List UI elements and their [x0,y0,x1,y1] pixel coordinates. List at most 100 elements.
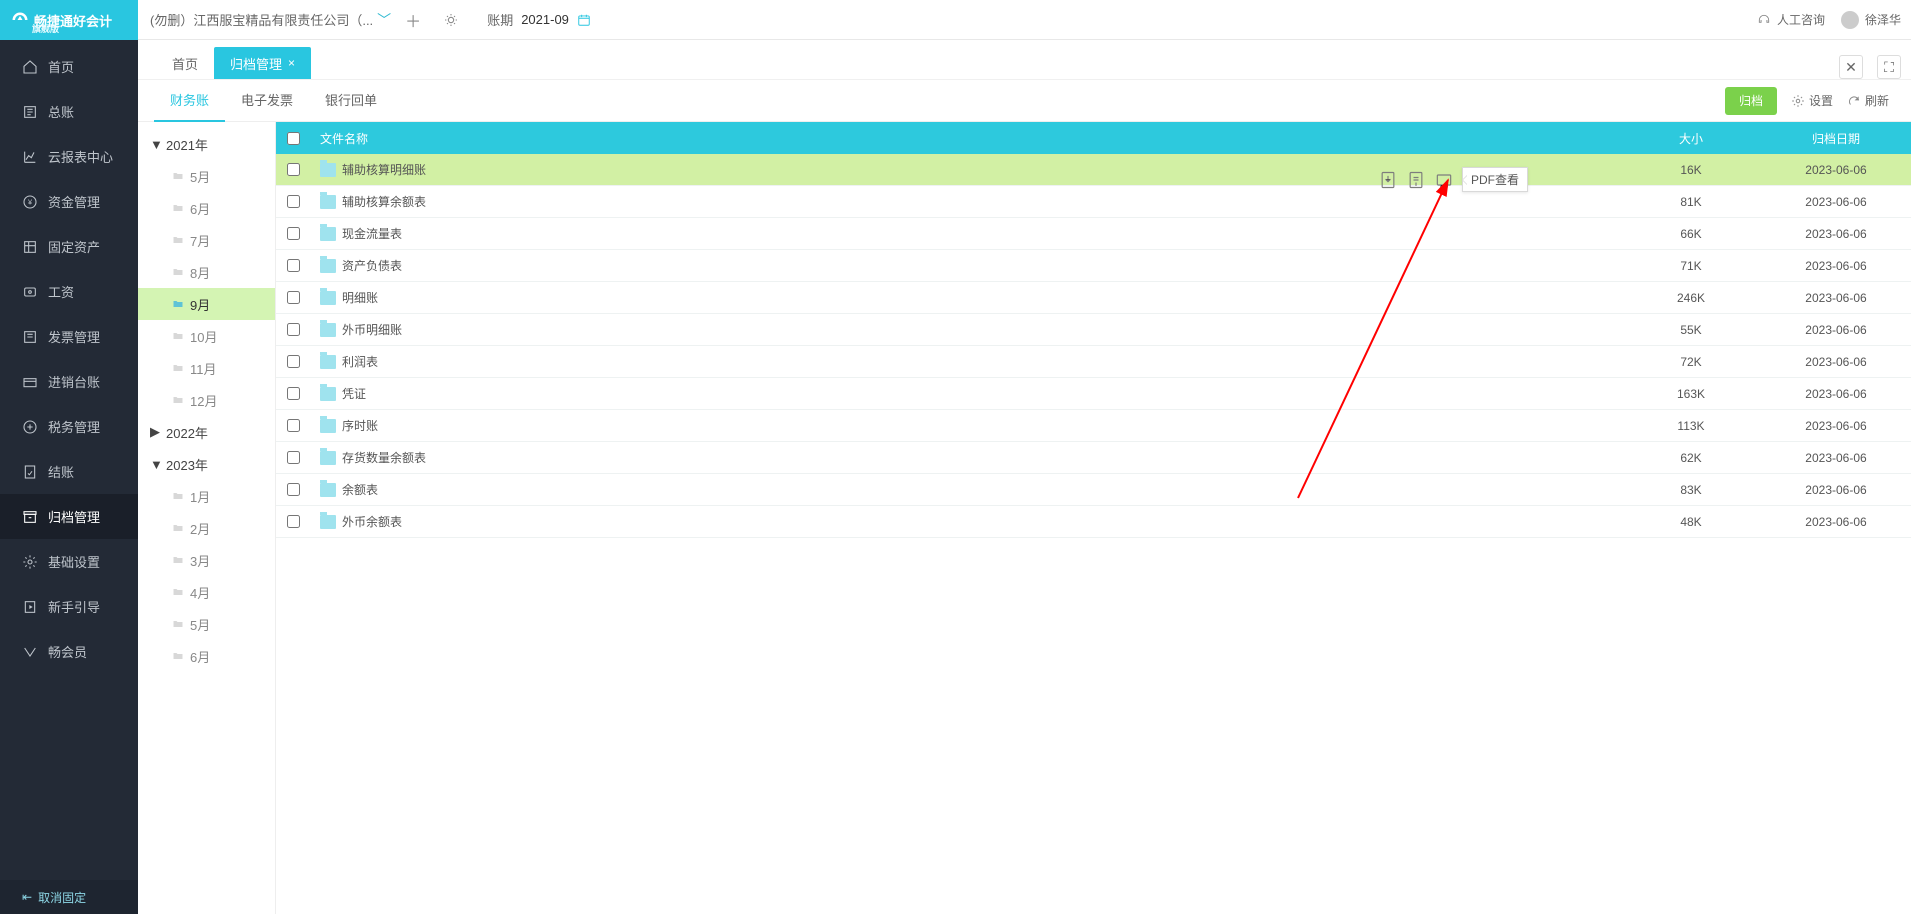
tree-month[interactable]: 3月 [138,544,275,576]
tree-month[interactable]: 7月 [138,224,275,256]
tree-month[interactable]: 4月 [138,576,275,608]
row-checkbox[interactable] [287,323,300,336]
archive-button[interactable]: 归档 [1725,87,1777,115]
tree-month[interactable]: 10月 [138,320,275,352]
refresh-link[interactable]: 刷新 [1847,92,1889,109]
vip-icon [22,644,38,660]
sidebar-unpin[interactable]: ⇤ 取消固定 [0,880,138,914]
file-size: 246K [1621,282,1761,313]
sub-tabs: 财务账电子发票银行回单 归档 设置 刷新 [138,80,1911,122]
row-checkbox[interactable] [287,291,300,304]
page-tabs: 首页归档管理× ✕ ⛶ [138,40,1911,80]
tree-month[interactable]: 6月 [138,640,275,672]
row-checkbox[interactable] [287,515,300,528]
tab-归档管理[interactable]: 归档管理× [214,47,311,79]
settings-link[interactable]: 设置 [1791,92,1833,109]
folder-icon [172,618,184,630]
folder-icon [172,234,184,246]
human-consult[interactable]: 人工咨询 [1757,11,1825,28]
table-row[interactable]: 辅助核算明细账16K2023-06-06 [276,154,1911,186]
file-name: 现金流量表 [342,225,402,242]
sidebar-item-tax[interactable]: 税务管理 [0,404,138,449]
row-checkbox[interactable] [287,483,300,496]
table-row[interactable]: 明细账246K2023-06-06 [276,282,1911,314]
table-row[interactable]: 外币余额表48K2023-06-06 [276,506,1911,538]
tree-month[interactable]: 1月 [138,480,275,512]
row-checkbox[interactable] [287,163,300,176]
row-checkbox[interactable] [287,387,300,400]
row-checkbox[interactable] [287,419,300,432]
row-checkbox[interactable] [287,451,300,464]
sidebar-item-label: 云报表中心 [48,147,113,166]
sidebar-item-stock[interactable]: 进销台账 [0,359,138,404]
row-checkbox[interactable] [287,195,300,208]
tree-year[interactable]: ▼2021年 [138,128,275,160]
tree-month[interactable]: 9月 [138,288,275,320]
pdf-view-icon[interactable] [1434,170,1454,190]
sidebar-item-guide[interactable]: 新手引导 [0,584,138,629]
tree-month-label: 5月 [190,167,210,186]
sidebar-item-chart[interactable]: 云报表中心 [0,134,138,179]
brand: 畅捷通好会计 旗舰版 [0,0,138,40]
home-icon [22,59,38,75]
select-all-checkbox[interactable] [287,132,300,145]
subtab-银行回单[interactable]: 银行回单 [309,80,393,122]
settings-icon[interactable] [443,12,459,28]
sidebar-item-ledger[interactable]: 总账 [0,89,138,134]
add-icon[interactable]: ＋ [405,8,421,32]
tab-首页[interactable]: 首页 [156,47,214,79]
fullscreen-button[interactable]: ⛶ [1877,55,1901,79]
export-icon[interactable] [1378,170,1398,190]
folder-icon [320,451,336,465]
subtab-财务账[interactable]: 财务账 [154,80,225,122]
sidebar-item-wage[interactable]: 工资 [0,269,138,314]
tab-close-icon[interactable]: × [288,56,295,70]
folder-icon [320,195,336,209]
tree-month[interactable]: 2月 [138,512,275,544]
tab-close-button[interactable]: ✕ [1839,55,1863,79]
row-checkbox[interactable] [287,259,300,272]
refresh-label: 刷新 [1865,92,1889,109]
tree-month[interactable]: 12月 [138,384,275,416]
tree-month[interactable]: 11月 [138,352,275,384]
table-row[interactable]: 辅助核算余额表81K2023-06-06 [276,186,1911,218]
tree-month[interactable]: 5月 [138,160,275,192]
table-row[interactable]: 序时账113K2023-06-06 [276,410,1911,442]
sidebar-item-gear[interactable]: 基础设置 [0,539,138,584]
tree-month[interactable]: 5月 [138,608,275,640]
user-menu[interactable]: 徐泽华 [1841,11,1901,29]
folder-icon [320,419,336,433]
invoice-icon [22,329,38,345]
sidebar-item-vip[interactable]: 畅会员 [0,629,138,674]
table-row[interactable]: 资产负债表71K2023-06-06 [276,250,1911,282]
file-date: 2023-06-06 [1761,282,1911,313]
top-bar: (勿删）江西服宝精品有限责任公司（... ﹀ ＋ 账期 2021-09 人工咨询 [0,0,1911,40]
tree-month[interactable]: 6月 [138,192,275,224]
folder-icon [172,266,184,278]
row-checkbox[interactable] [287,355,300,368]
sidebar-item-home[interactable]: 首页 [0,44,138,89]
tree-year[interactable]: ▶2022年 [138,416,275,448]
sidebar-item-archive[interactable]: 归档管理 [0,494,138,539]
period-selector[interactable]: 账期 2021-09 [487,10,591,29]
subtab-电子发票[interactable]: 电子发票 [225,80,309,122]
tree-month-label: 12月 [190,391,217,410]
table-row[interactable]: 外币明细账55K2023-06-06 [276,314,1911,346]
table-row[interactable]: 余额表83K2023-06-06 [276,474,1911,506]
table-row[interactable]: 凭证163K2023-06-06 [276,378,1911,410]
file-date: 2023-06-06 [1761,506,1911,537]
sidebar-item-money[interactable]: ¥资金管理 [0,179,138,224]
tree-year[interactable]: ▼2023年 [138,448,275,480]
caret-icon: ▼ [150,457,160,472]
table-row[interactable]: 现金流量表66K2023-06-06 [276,218,1911,250]
sidebar-item-asset[interactable]: 固定资产 [0,224,138,269]
row-checkbox[interactable] [287,227,300,240]
pdf-download-icon[interactable] [1406,170,1426,190]
folder-icon [320,291,336,305]
sidebar-item-invoice[interactable]: 发票管理 [0,314,138,359]
tree-month[interactable]: 8月 [138,256,275,288]
table-row[interactable]: 利润表72K2023-06-06 [276,346,1911,378]
sidebar-item-close[interactable]: 结账 [0,449,138,494]
table-row[interactable]: 存货数量余额表62K2023-06-06 [276,442,1911,474]
company-selector[interactable]: (勿删）江西服宝精品有限责任公司（... ﹀ [150,10,391,30]
